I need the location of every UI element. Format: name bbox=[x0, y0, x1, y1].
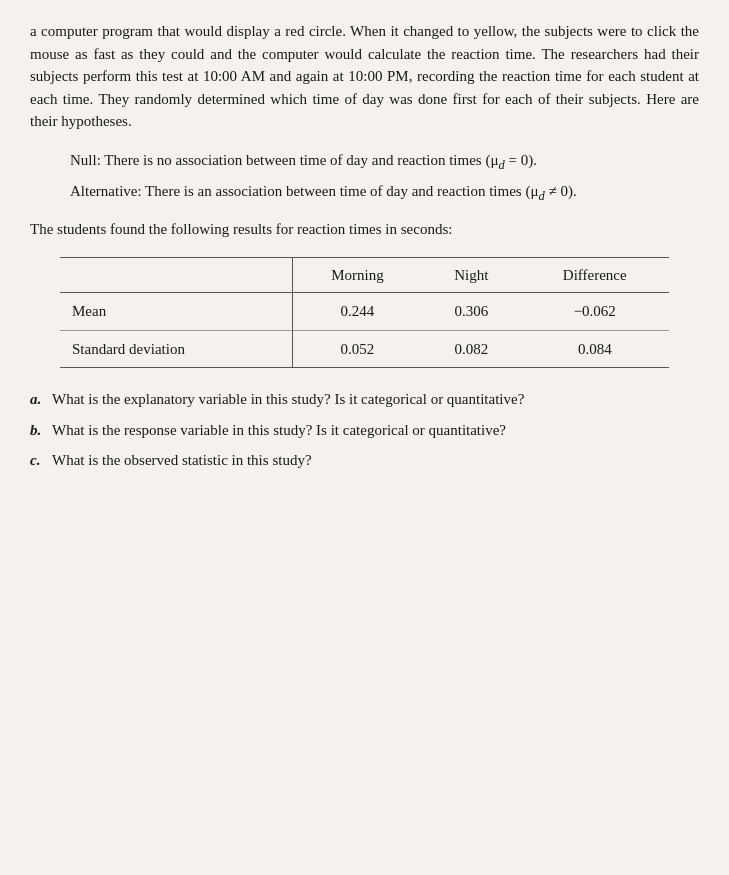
question-b: b. What is the response variable in this… bbox=[30, 419, 699, 442]
null-hypothesis: Null: There is no association between ti… bbox=[70, 149, 699, 175]
alt-hypothesis-text: Alternative: There is an association bet… bbox=[70, 183, 577, 199]
questions-section: a. What is the explanatory variable in t… bbox=[30, 388, 699, 472]
table-cell-sd-label: Standard deviation bbox=[60, 330, 292, 368]
question-b-label: b. bbox=[30, 419, 52, 442]
question-c-text: What is the observed statistic in this s… bbox=[52, 449, 699, 472]
null-hypothesis-text: Null: There is no association between ti… bbox=[70, 152, 537, 168]
table-header-row: Morning Night Difference bbox=[60, 257, 669, 293]
table-row: Standard deviation 0.052 0.082 0.084 bbox=[60, 330, 669, 368]
question-a: a. What is the explanatory variable in t… bbox=[30, 388, 699, 411]
table-cell-sd-diff: 0.084 bbox=[521, 330, 669, 368]
question-c: c. What is the observed statistic in thi… bbox=[30, 449, 699, 472]
table-header-night: Night bbox=[422, 257, 520, 293]
results-table: Morning Night Difference Mean 0.244 0.30… bbox=[60, 257, 669, 369]
table-cell-mean-night: 0.306 bbox=[422, 293, 520, 331]
table-cell-mean-diff: −0.062 bbox=[521, 293, 669, 331]
question-a-text: What is the explanatory variable in this… bbox=[52, 388, 699, 411]
table-cell-mean-label: Mean bbox=[60, 293, 292, 331]
question-c-label: c. bbox=[30, 449, 52, 472]
question-b-text: What is the response variable in this st… bbox=[52, 419, 699, 442]
results-intro: The students found the following results… bbox=[30, 218, 699, 241]
table-cell-sd-morning: 0.052 bbox=[292, 330, 422, 368]
table-header-morning: Morning bbox=[292, 257, 422, 293]
hypotheses-block: Null: There is no association between ti… bbox=[70, 149, 699, 207]
table-row: Mean 0.244 0.306 −0.062 bbox=[60, 293, 669, 331]
intro-paragraph: a computer program that would display a … bbox=[30, 20, 699, 133]
table-cell-sd-night: 0.082 bbox=[422, 330, 520, 368]
question-a-label: a. bbox=[30, 388, 52, 411]
table-cell-mean-morning: 0.244 bbox=[292, 293, 422, 331]
table-header-empty bbox=[60, 257, 292, 293]
main-content: a computer program that would display a … bbox=[30, 20, 699, 472]
results-table-container: Morning Night Difference Mean 0.244 0.30… bbox=[60, 257, 669, 369]
table-header-difference: Difference bbox=[521, 257, 669, 293]
alt-hypothesis: Alternative: There is an association bet… bbox=[70, 180, 699, 206]
